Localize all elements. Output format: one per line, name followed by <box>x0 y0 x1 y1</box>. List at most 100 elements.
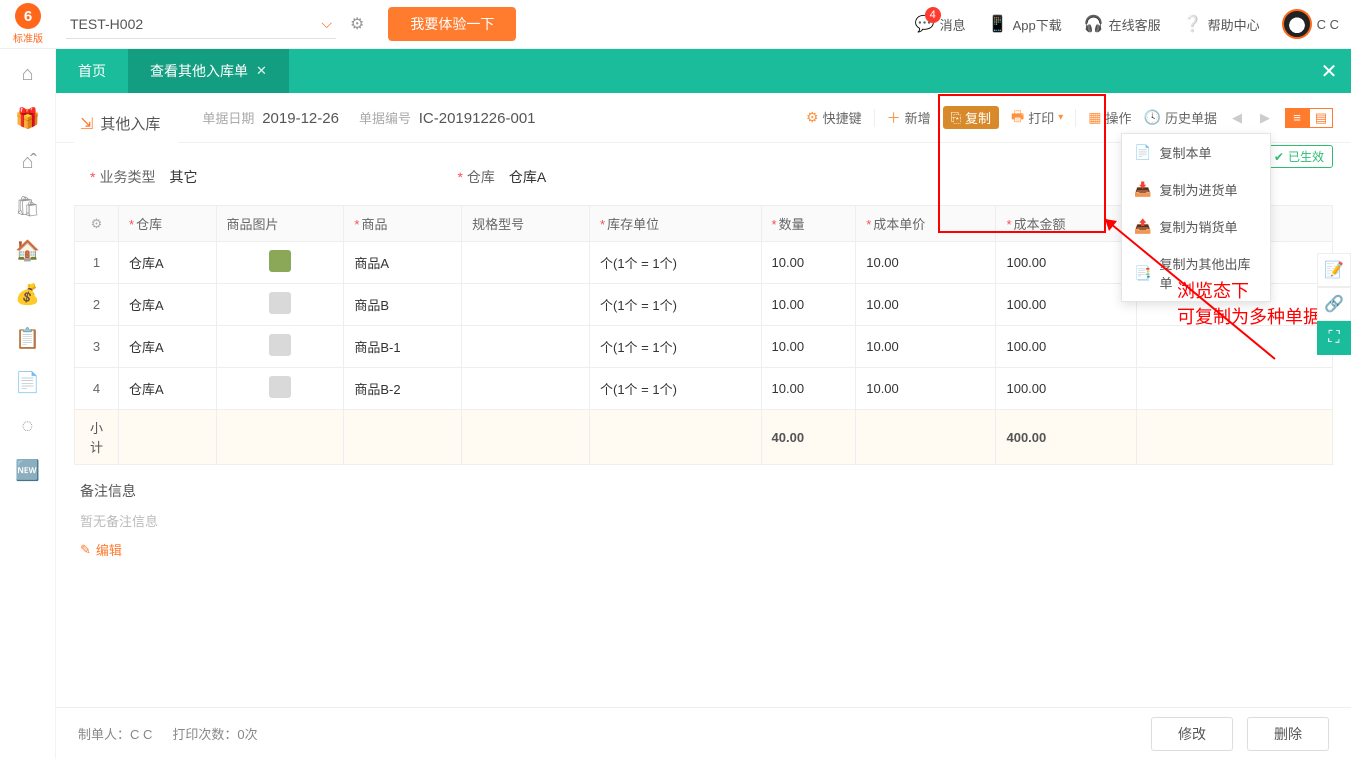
cell-qty: 10.00 <box>761 242 856 284</box>
copy-button[interactable]: ⎘复制 <box>943 106 999 129</box>
outbound-doc-icon: 📤 <box>1134 218 1151 235</box>
col-header: 规格型号 <box>462 206 590 242</box>
nav-home-icon[interactable]: ⌂ <box>17 63 39 85</box>
try-button[interactable]: 我要体验一下 <box>388 7 516 41</box>
biz-type-field: *业务类型其它 <box>90 167 197 187</box>
cell-avail <box>1136 368 1332 410</box>
page-title-tab: ⇲ 其他入库 <box>74 103 178 144</box>
tab-home[interactable]: 首页 <box>56 49 128 93</box>
docno-label: 单据编号 <box>359 111 411 126</box>
copy-menu-label: 复制为销货单 <box>1159 217 1237 236</box>
cell-image <box>216 368 344 410</box>
inbound-icon: ⇲ <box>80 114 93 134</box>
right-rail-expand-icon[interactable]: ⛶ <box>1317 321 1351 355</box>
edit-remark-button[interactable]: ✎编辑 <box>80 540 122 559</box>
plus-icon: ＋ <box>887 108 901 128</box>
cell-spec <box>462 242 590 284</box>
support-label: 在线客服 <box>1109 15 1161 34</box>
tab-view-inbound[interactable]: 查看其他入库单 ✕ <box>128 49 289 93</box>
check-icon: ✔ <box>1274 150 1284 164</box>
shortcut-button[interactable]: ⚙快捷键 <box>806 108 862 127</box>
table-row[interactable]: 4 仓库A 商品B-2 个(1个 = 1个) 10.00 10.00 100.0… <box>75 368 1333 410</box>
add-label: 新增 <box>905 108 931 127</box>
nav-bag-icon[interactable]: 🛍 <box>17 195 39 217</box>
copy-menu-item-3[interactable]: 📑 复制为其他出库单 <box>1122 245 1270 301</box>
prev-button[interactable]: ◀ <box>1229 110 1245 126</box>
nav-house-icon[interactable]: 🏠 <box>17 239 39 261</box>
print-button[interactable]: 🖶打印▾ <box>1011 106 1063 130</box>
help-link[interactable]: ❔ 帮助中心 <box>1183 14 1260 34</box>
org-name: TEST-H002 <box>70 16 321 32</box>
modify-button[interactable]: 修改 <box>1151 717 1233 751</box>
nav-clipboard-icon[interactable]: 📋 <box>17 327 39 349</box>
page-title: 其他入库 <box>100 113 160 134</box>
subtotal-qty: 40.00 <box>761 410 856 465</box>
avatar <box>1282 9 1312 39</box>
history-button[interactable]: 🕓历史单据 <box>1144 108 1217 127</box>
messages-link[interactable]: 💬 消息 4 <box>915 14 966 34</box>
nav-money-icon[interactable]: 💰 <box>17 283 39 305</box>
chevron-down-icon: ▾ <box>1058 112 1063 123</box>
col-header: *成本单价 <box>856 206 996 242</box>
settings-icon[interactable]: ⚙ <box>350 14 364 34</box>
cell-unit: 个(1个 = 1个) <box>590 242 762 284</box>
nav-loading-icon[interactable]: ◌ <box>17 415 39 437</box>
subtotal-label: 小计 <box>75 410 119 465</box>
user-name: C C <box>1317 17 1339 32</box>
view-grid-toggle[interactable]: ▤ <box>1309 108 1333 128</box>
cell-unit: 个(1个 = 1个) <box>590 368 762 410</box>
cell-image <box>216 326 344 368</box>
help-icon: ❔ <box>1183 14 1203 34</box>
nav-new-icon[interactable]: 🆕 <box>17 459 39 481</box>
inbound-doc-icon: 📥 <box>1134 181 1151 198</box>
col-header: *商品 <box>344 206 462 242</box>
logo-label: 标准版 <box>13 30 43 45</box>
add-button[interactable]: ＋新增 <box>887 108 931 128</box>
help-label: 帮助中心 <box>1208 15 1260 34</box>
subtotal-row: 小计40.00400.00 <box>75 410 1333 465</box>
right-rail-link-icon[interactable]: 🔗 <box>1317 287 1351 321</box>
nav-report-icon[interactable]: 📄 <box>17 371 39 393</box>
copy-menu-label: 复制为其他出库单 <box>1159 254 1258 292</box>
view-list-toggle[interactable]: ≡ <box>1285 108 1309 128</box>
tab-view-label: 查看其他入库单 <box>150 61 248 81</box>
cell-qty: 10.00 <box>761 368 856 410</box>
copy-menu-item-2[interactable]: 📤 复制为销货单 <box>1122 208 1270 245</box>
user-menu[interactable]: C C <box>1282 9 1339 39</box>
col-header: 商品图片 <box>216 206 344 242</box>
org-selector[interactable]: TEST-H002 ⌵ <box>66 9 336 39</box>
next-button[interactable]: ▶ <box>1257 110 1273 126</box>
col-header: *库存单位 <box>590 206 762 242</box>
headset-icon: 🎧 <box>1084 14 1104 34</box>
separator <box>1075 109 1076 127</box>
other-doc-icon: 📑 <box>1134 265 1151 282</box>
tabbar-close-button[interactable]: ✕ <box>1307 49 1351 93</box>
copy-menu-item-1[interactable]: 📥 复制为进货单 <box>1122 171 1270 208</box>
cell-unit: 个(1个 = 1个) <box>590 284 762 326</box>
app-download-link[interactable]: 📱 App下载 <box>988 14 1062 34</box>
copy-label: 复制 <box>965 108 991 127</box>
print-count-info: 打印次数：0次 <box>172 724 257 743</box>
ops-button[interactable]: ▦操作 <box>1088 108 1131 127</box>
nav-gift-icon[interactable]: 🎁 <box>17 107 39 129</box>
support-link[interactable]: 🎧 在线客服 <box>1084 14 1161 34</box>
cell-price: 10.00 <box>856 326 996 368</box>
logo[interactable]: 6 标准版 <box>0 3 56 45</box>
product-thumb <box>269 334 291 356</box>
copy-menu-label: 复制为进货单 <box>1159 180 1237 199</box>
biz-value: 其它 <box>169 169 197 185</box>
phone-icon: 📱 <box>988 14 1008 34</box>
cell-warehouse: 仓库A <box>119 326 217 368</box>
right-rail-note-icon[interactable]: 📝 <box>1317 253 1351 287</box>
cell-product: 商品B-2 <box>344 368 462 410</box>
cell-image <box>216 284 344 326</box>
table-row[interactable]: 3 仓库A 商品B-1 个(1个 = 1个) 10.00 10.00 100.0… <box>75 326 1333 368</box>
history-icon: 🕓 <box>1144 109 1161 126</box>
row-index: 3 <box>75 326 119 368</box>
nav-warehouse-icon[interactable]: ⌂̂ <box>17 151 39 173</box>
gear-column-icon[interactable]: ⚙ <box>75 206 119 242</box>
copy-menu-item-0[interactable]: 📄复制本单 <box>1122 134 1270 171</box>
cell-spec <box>462 284 590 326</box>
delete-button[interactable]: 删除 <box>1247 717 1329 751</box>
tab-close-icon[interactable]: ✕ <box>256 63 267 79</box>
